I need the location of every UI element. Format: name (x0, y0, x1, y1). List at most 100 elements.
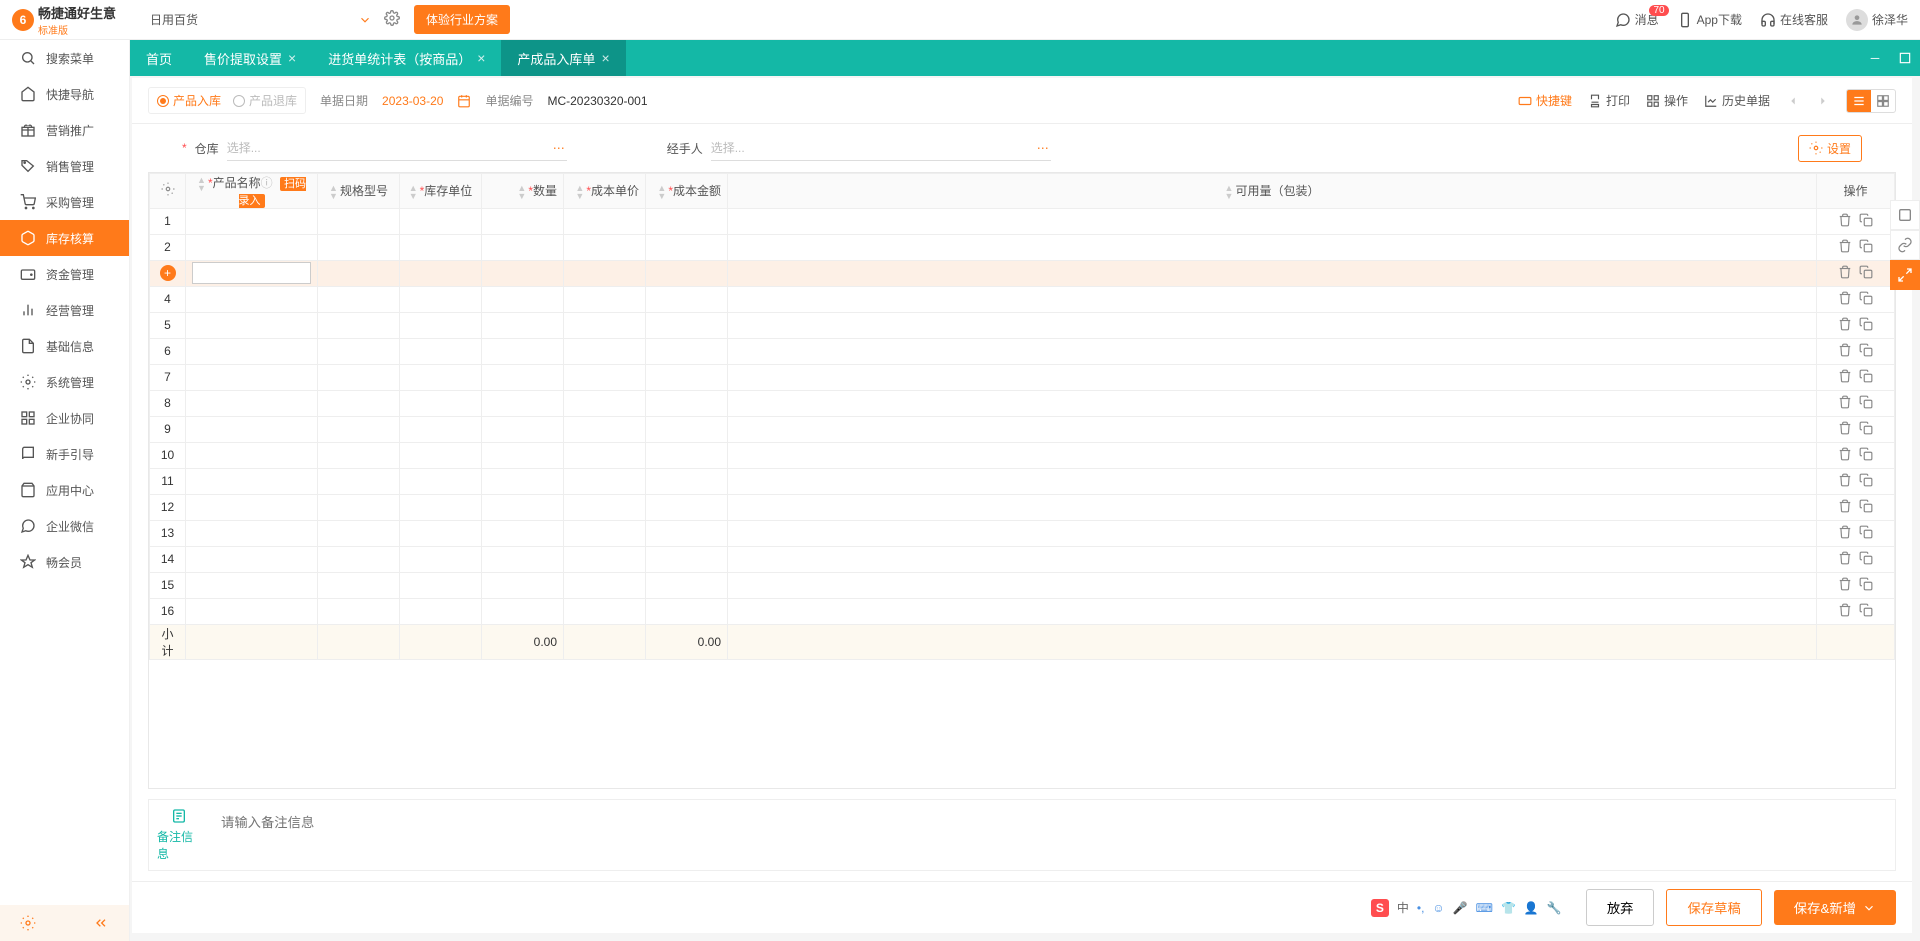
table-row[interactable]: 5 (150, 312, 1895, 338)
ime-dot-icon[interactable]: •, (1417, 901, 1425, 915)
col-unit[interactable]: ▲▼*库存单位 (400, 174, 482, 209)
tab-0[interactable]: 首页 (130, 40, 188, 76)
close-icon[interactable]: × (601, 50, 609, 66)
sidebar-item-12[interactable]: 应用中心 (0, 472, 129, 508)
prev-icon[interactable] (1786, 94, 1800, 108)
tab-1[interactable]: 售价提取设置× (188, 40, 312, 76)
col-amount[interactable]: ▲▼*成本金额 (646, 174, 728, 209)
messages-button[interactable]: 消息 70 (1615, 11, 1659, 28)
ime-skin-icon[interactable]: 👕 (1501, 901, 1516, 915)
sidebar-item-2[interactable]: 营销推广 (0, 112, 129, 148)
ime-lang-icon[interactable]: 中 (1397, 899, 1409, 916)
dock-expand[interactable] (1890, 260, 1920, 290)
copy-icon[interactable] (1859, 473, 1873, 487)
delete-icon[interactable] (1838, 551, 1852, 565)
settings-button[interactable]: 设置 (1798, 135, 1862, 162)
copy-icon[interactable] (1859, 577, 1873, 591)
copy-icon[interactable] (1859, 317, 1873, 331)
copy-icon[interactable] (1859, 499, 1873, 513)
sidebar-item-6[interactable]: 资金管理 (0, 256, 129, 292)
warehouse-select[interactable]: 选择... ⋯ (227, 135, 567, 161)
copy-icon[interactable] (1859, 343, 1873, 357)
category-settings-icon[interactable] (384, 10, 400, 29)
product-name-input[interactable] (192, 262, 311, 284)
delete-icon[interactable] (1838, 447, 1852, 461)
tab-menu[interactable] (1890, 51, 1920, 65)
copy-icon[interactable] (1859, 447, 1873, 461)
tab-2[interactable]: 进货单统计表（按商品）× (312, 40, 501, 76)
sidebar-item-1[interactable]: 快捷导航 (0, 76, 129, 112)
copy-icon[interactable] (1859, 395, 1873, 409)
sidebar-item-8[interactable]: 基础信息 (0, 328, 129, 364)
save-draft-button[interactable]: 保存草稿 (1666, 889, 1761, 926)
collapse-icon[interactable] (93, 915, 109, 931)
delete-icon[interactable] (1838, 525, 1852, 539)
sidebar-item-4[interactable]: 采购管理 (0, 184, 129, 220)
history-button[interactable]: 历史单据 (1704, 92, 1770, 109)
table-row[interactable]: 15 (150, 572, 1895, 598)
sidebar-item-9[interactable]: 系统管理 (0, 364, 129, 400)
gear-icon[interactable] (20, 915, 36, 931)
dock-link[interactable] (1890, 230, 1920, 260)
dock-note[interactable] (1890, 200, 1920, 230)
view-card[interactable] (1871, 90, 1895, 112)
shortcut-button[interactable]: 快捷键 (1518, 92, 1572, 109)
table-row[interactable]: 1 (150, 208, 1895, 234)
copy-icon[interactable] (1859, 239, 1873, 253)
close-icon[interactable]: × (477, 50, 485, 66)
copy-icon[interactable] (1859, 213, 1873, 227)
table-row[interactable]: 6 (150, 338, 1895, 364)
table-row[interactable]: 11 (150, 468, 1895, 494)
delete-icon[interactable] (1838, 265, 1852, 279)
remark-input[interactable] (209, 800, 1895, 860)
app-download-button[interactable]: App下载 (1677, 11, 1742, 28)
ime-sogou-icon[interactable]: S (1371, 899, 1389, 917)
delete-icon[interactable] (1838, 369, 1852, 383)
cta-button[interactable]: 体验行业方案 (414, 5, 510, 34)
sidebar-item-13[interactable]: 企业微信 (0, 508, 129, 544)
table-row[interactable]: 8 (150, 390, 1895, 416)
table-row[interactable]: 4 (150, 286, 1895, 312)
delete-icon[interactable] (1838, 213, 1852, 227)
tab-minimize[interactable]: ─ (1860, 51, 1890, 65)
col-qty[interactable]: ▲▼*数量 (482, 174, 564, 209)
add-row-button[interactable]: + (160, 265, 176, 281)
col-product-name[interactable]: ▲▼*产品名称ⓘ 扫码录入 (186, 174, 318, 209)
sidebar-item-10[interactable]: 企业协同 (0, 400, 129, 436)
copy-icon[interactable] (1859, 265, 1873, 279)
sidebar-item-0[interactable]: 搜索菜单 (0, 40, 129, 76)
tab-3[interactable]: 产成品入库单× (501, 40, 625, 76)
copy-icon[interactable] (1859, 369, 1873, 383)
delete-icon[interactable] (1838, 343, 1852, 357)
date-value[interactable]: 2023-03-20 (382, 94, 443, 108)
col-price[interactable]: ▲▼*成本单价 (564, 174, 646, 209)
calendar-icon[interactable] (457, 94, 471, 108)
delete-icon[interactable] (1838, 473, 1852, 487)
ime-keyboard-icon[interactable]: ⌨ (1476, 901, 1493, 915)
handler-select[interactable]: 选择... ⋯ (711, 135, 1051, 161)
delete-icon[interactable] (1838, 239, 1852, 253)
copy-icon[interactable] (1859, 525, 1873, 539)
ime-mic-icon[interactable]: 🎤 (1453, 901, 1468, 915)
delete-icon[interactable] (1838, 421, 1852, 435)
copy-icon[interactable] (1859, 291, 1873, 305)
delete-icon[interactable] (1838, 395, 1852, 409)
sidebar-item-14[interactable]: 畅会员 (0, 544, 129, 580)
delete-icon[interactable] (1838, 317, 1852, 331)
table-row[interactable]: 12 (150, 494, 1895, 520)
sidebar-item-5[interactable]: 库存核算 (0, 220, 129, 256)
sidebar-item-3[interactable]: 销售管理 (0, 148, 129, 184)
delete-icon[interactable] (1838, 577, 1852, 591)
ime-smile-icon[interactable]: ☺ (1432, 901, 1444, 915)
print-button[interactable]: 打印 (1588, 92, 1630, 109)
col-available[interactable]: ▲▼可用量（包装） (728, 174, 1817, 209)
operate-button[interactable]: 操作 (1646, 92, 1688, 109)
radio-product-in[interactable]: 产品入库 (157, 92, 221, 109)
ime-tool-icon[interactable]: 🔧 (1547, 901, 1562, 915)
copy-icon[interactable] (1859, 551, 1873, 565)
col-model[interactable]: ▲▼规格型号 (318, 174, 400, 209)
table-row[interactable]: 10 (150, 442, 1895, 468)
radio-product-out[interactable]: 产品退库 (233, 92, 297, 109)
copy-icon[interactable] (1859, 603, 1873, 617)
col-config[interactable] (150, 174, 186, 209)
